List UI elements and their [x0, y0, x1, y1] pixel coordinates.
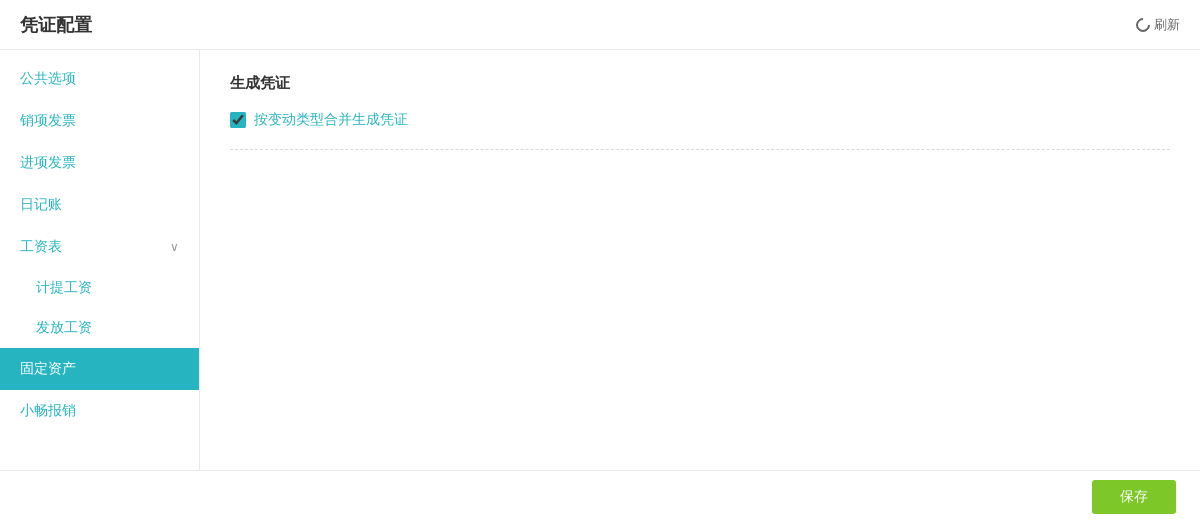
sidebar-item-label: 销项发票 [20, 112, 76, 130]
page-footer: 保存 [0, 470, 1200, 522]
sidebar-item-label: 工资表 [20, 238, 62, 256]
sidebar-item-label: 进项发票 [20, 154, 76, 172]
section-title: 生成凭证 [230, 74, 1170, 93]
page-header: 凭证配置 刷新 [0, 0, 1200, 50]
sidebar-item-purchase-invoice[interactable]: 进项发票 [0, 142, 199, 184]
chevron-down-icon: ∨ [170, 240, 179, 254]
sidebar-item-label: 日记账 [20, 196, 62, 214]
main-content: 公共选项 销项发票 进项发票 日记账 工资表 ∨ 计提工资 发放工资 固定资 [0, 50, 1200, 470]
refresh-label: 刷新 [1154, 16, 1180, 34]
sidebar-item-fixed-assets[interactable]: 固定资产 [0, 348, 199, 390]
sidebar-item-sales-invoice[interactable]: 销项发票 [0, 100, 199, 142]
sidebar: 公共选项 销项发票 进项发票 日记账 工资表 ∨ 计提工资 发放工资 固定资 [0, 50, 200, 470]
sidebar-item-pay-salary[interactable]: 发放工资 [0, 308, 199, 348]
content-area: 生成凭证 按变动类型合并生成凭证 [200, 50, 1200, 470]
sidebar-item-label: 计提工资 [36, 279, 92, 295]
sidebar-item-label: 小畅报销 [20, 402, 76, 420]
refresh-icon [1133, 15, 1153, 35]
save-button[interactable]: 保存 [1092, 480, 1176, 514]
sidebar-item-label: 公共选项 [20, 70, 76, 88]
page-wrapper: 凭证配置 刷新 公共选项 销项发票 进项发票 日记账 工资表 ∨ [0, 0, 1200, 522]
sidebar-item-label: 固定资产 [20, 360, 76, 378]
sidebar-item-public-options[interactable]: 公共选项 [0, 58, 199, 100]
refresh-button[interactable]: 刷新 [1136, 16, 1180, 34]
checkbox-label[interactable]: 按变动类型合并生成凭证 [254, 111, 408, 129]
merge-by-type-checkbox[interactable] [230, 112, 246, 128]
sidebar-item-calc-salary[interactable]: 计提工资 [0, 268, 199, 308]
checkbox-row: 按变动类型合并生成凭证 [230, 111, 1170, 129]
page-title: 凭证配置 [20, 13, 92, 37]
sidebar-item-expense-report[interactable]: 小畅报销 [0, 390, 199, 432]
sidebar-item-journal[interactable]: 日记账 [0, 184, 199, 226]
sidebar-item-payroll[interactable]: 工资表 ∨ [0, 226, 199, 268]
sidebar-item-label: 发放工资 [36, 319, 92, 335]
section-divider [230, 149, 1170, 150]
